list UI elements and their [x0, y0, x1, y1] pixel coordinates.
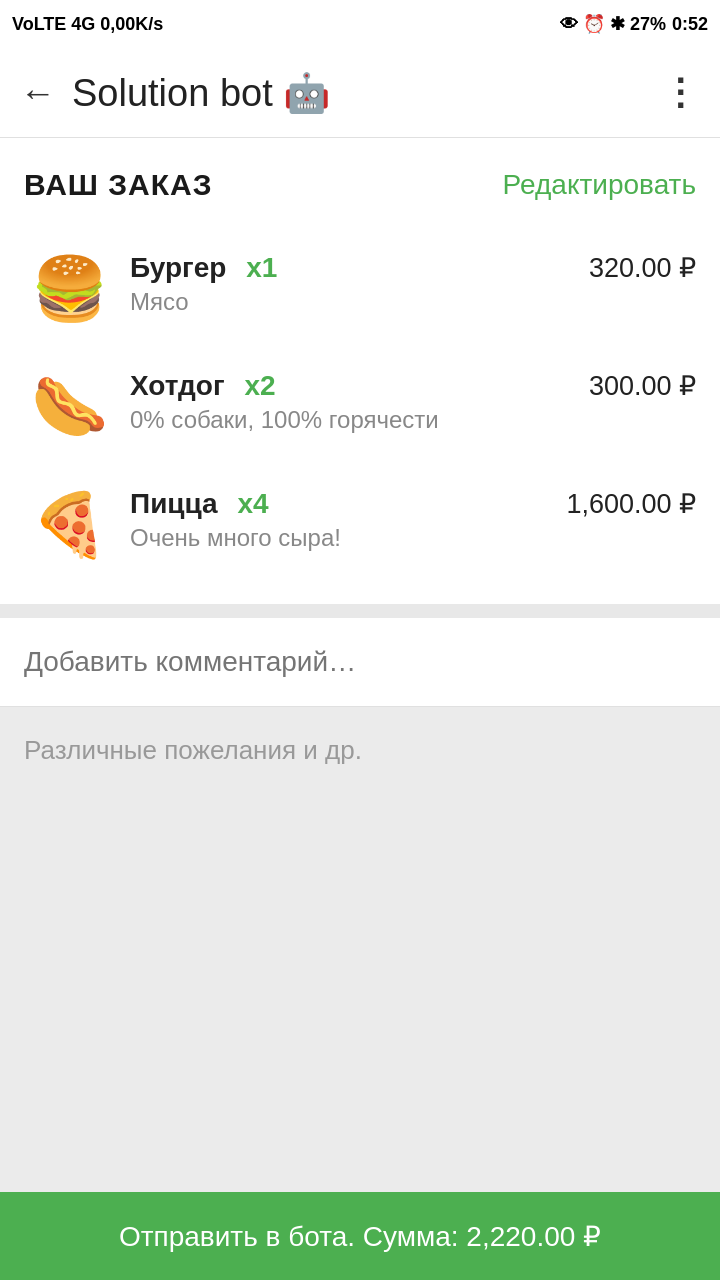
hotdog-price: 300.00 ₽	[577, 362, 696, 402]
order-item-hotdog: 🌭 Хотдог x2 0% собаки, 100% горячести 30…	[24, 348, 696, 466]
hotdog-info: Хотдог x2 0% собаки, 100% горячести	[114, 362, 577, 442]
edit-order-button[interactable]: Редактировать	[503, 169, 696, 201]
burger-desc: Мясо	[130, 288, 577, 316]
status-right: 👁 ⏰ ✱ 27% 0:52	[560, 13, 708, 35]
pizza-info: Пицца x4 Очень много сыра!	[114, 480, 554, 560]
comment-input[interactable]	[24, 646, 696, 678]
status-bar: VoLTE 4G 0,00K/s 👁 ⏰ ✱ 27% 0:52	[0, 0, 720, 48]
back-button[interactable]: ←	[20, 72, 56, 114]
status-carrier: VoLTE 4G 0,00K/s	[12, 14, 163, 35]
burger-price: 320.00 ₽	[577, 244, 696, 284]
order-section-title: ВАШ ЗАКАЗ	[24, 168, 213, 202]
hotdog-desc: 0% собаки, 100% горячести	[130, 406, 577, 434]
pizza-price: 1,600.00 ₽	[554, 480, 696, 520]
main-content: ВАШ ЗАКАЗ Редактировать 🍔 Бургер x1 Мясо…	[0, 138, 720, 1192]
order-item-pizza: 🍕 Пицца x4 Очень много сыра! 1,600.00 ₽	[24, 466, 696, 584]
burger-icon: 🍔	[24, 244, 114, 334]
comment-wrapper	[0, 618, 720, 707]
status-icons: 👁 ⏰ ✱ 27%	[560, 13, 666, 35]
more-options-button[interactable]: ⋮	[662, 72, 700, 114]
hotdog-name: Хотдог x2	[130, 370, 577, 402]
pizza-desc: Очень много сыра!	[130, 524, 554, 552]
status-left: VoLTE 4G 0,00K/s	[12, 14, 163, 35]
pizza-icon: 🍕	[24, 480, 114, 570]
pizza-name: Пицца x4	[130, 488, 554, 520]
order-section: ВАШ ЗАКАЗ Редактировать 🍔 Бургер x1 Мясо…	[0, 138, 720, 604]
hint-area: Различные пожелания и др.	[0, 707, 720, 1192]
burger-name: Бургер x1	[130, 252, 577, 284]
section-divider	[0, 604, 720, 618]
status-time: 0:52	[672, 14, 708, 35]
hint-text: Различные пожелания и др.	[24, 735, 362, 765]
page-title: Solution bot 🤖	[72, 71, 646, 115]
submit-button[interactable]: Отправить в бота. Сумма: 2,220.00 ₽	[0, 1192, 720, 1280]
submit-label: Отправить в бота. Сумма: 2,220.00 ₽	[119, 1220, 601, 1253]
burger-info: Бургер x1 Мясо	[114, 244, 577, 324]
order-header: ВАШ ЗАКАЗ Редактировать	[24, 168, 696, 202]
app-bar: ← Solution bot 🤖 ⋮	[0, 48, 720, 138]
hotdog-icon: 🌭	[24, 362, 114, 452]
order-item-burger: 🍔 Бургер x1 Мясо 320.00 ₽	[24, 230, 696, 348]
